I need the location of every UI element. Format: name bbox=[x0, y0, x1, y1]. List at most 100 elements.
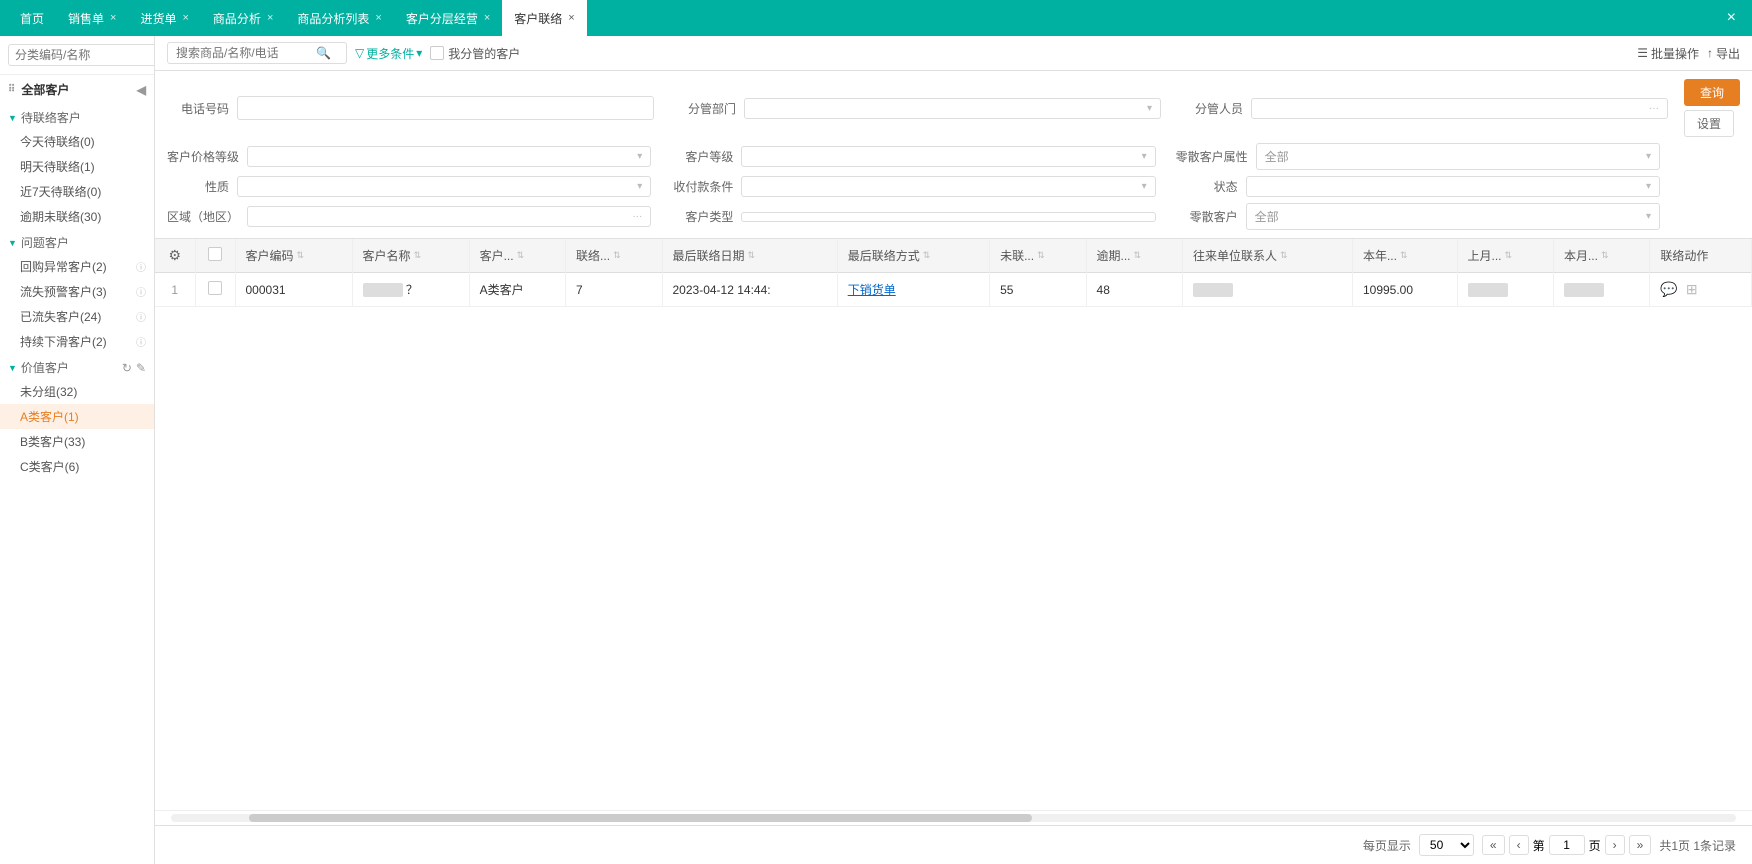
nav-product-analysis[interactable]: 商品分析 × bbox=[201, 0, 285, 36]
settings-button[interactable]: 设置 bbox=[1684, 110, 1734, 137]
sort-icon[interactable]: ⇅ bbox=[1601, 250, 1609, 261]
sidebar-item-overdue-contact[interactable]: 逾期未联络(30) bbox=[0, 204, 154, 229]
close-icon[interactable]: × bbox=[484, 12, 490, 24]
sidebar-item-class-b[interactable]: B类客户(33) bbox=[0, 429, 154, 454]
page-number-input[interactable] bbox=[1549, 835, 1585, 855]
close-icon[interactable]: × bbox=[267, 12, 273, 24]
price-level-select[interactable]: ▾ bbox=[247, 146, 651, 167]
sidebar-item-declining[interactable]: 持续下滑客户(2) ⓘ bbox=[0, 329, 154, 354]
batch-operation-button[interactable]: ☰ 批量操作 bbox=[1637, 45, 1699, 62]
payment-select[interactable]: ▾ bbox=[741, 176, 1155, 197]
sort-icon[interactable]: ⇅ bbox=[1505, 250, 1513, 261]
nature-select[interactable]: ▾ bbox=[237, 176, 651, 197]
horizontal-scrollbar-thumb[interactable] bbox=[249, 814, 1032, 822]
sort-icon[interactable]: ⇅ bbox=[1134, 250, 1142, 261]
sidebar-item-today-pending[interactable]: 今天待联络(0) bbox=[0, 129, 154, 154]
sidebar-pending-contact-group[interactable]: ▼ 待联络客户 bbox=[0, 104, 154, 129]
sidebar-item-churned[interactable]: 已流失客户(24) ⓘ bbox=[0, 304, 154, 329]
sidebar-item-tomorrow-pending[interactable]: 明天待联络(1) bbox=[0, 154, 154, 179]
sidebar-search-input[interactable] bbox=[8, 44, 155, 66]
th-this-month-amount: 本月... ⇅ bbox=[1553, 239, 1649, 273]
sort-icon[interactable]: ⇅ bbox=[748, 250, 756, 261]
chevron-down-icon: ▾ bbox=[1646, 211, 1651, 222]
page-size-select[interactable]: 50 100 200 bbox=[1419, 834, 1474, 856]
sort-icon[interactable]: ⇅ bbox=[923, 250, 931, 261]
td-last-month-amount bbox=[1457, 273, 1553, 307]
last-page-button[interactable]: » bbox=[1629, 835, 1652, 855]
close-icon[interactable]: × bbox=[182, 12, 188, 24]
person-input[interactable]: ··· bbox=[1251, 98, 1668, 119]
search-input[interactable] bbox=[176, 46, 316, 60]
settings-gear-icon[interactable]: ⚙ bbox=[168, 247, 181, 263]
nav-customer-segment[interactable]: 客户分层经营 × bbox=[394, 0, 502, 36]
retail-customer-select[interactable]: 全部 ▾ bbox=[1246, 203, 1660, 230]
th-contact-action: 联络动作 bbox=[1650, 239, 1752, 273]
sort-icon[interactable]: ⇅ bbox=[1280, 250, 1288, 261]
sort-icon[interactable]: ⇅ bbox=[1037, 250, 1045, 261]
checkbox-icon[interactable] bbox=[430, 46, 444, 60]
export-button[interactable]: ↑ 导出 bbox=[1707, 45, 1740, 62]
sort-icon[interactable]: ⇅ bbox=[414, 250, 422, 261]
blurred-last-month bbox=[1468, 283, 1508, 297]
my-customers-checkbox[interactable]: 我分管的客户 bbox=[430, 45, 520, 62]
dept-select[interactable]: ▾ bbox=[744, 98, 1161, 119]
refresh-icon[interactable]: ↻ bbox=[122, 361, 132, 375]
customer-type-select[interactable] bbox=[741, 212, 1155, 222]
nav-customer-contact[interactable]: 客户联络 × bbox=[502, 0, 586, 36]
area-input[interactable]: ··· bbox=[247, 206, 651, 227]
nav-purchase-order[interactable]: 进货单 × bbox=[128, 0, 200, 36]
sidebar-item-7days-pending[interactable]: 近7天待联络(0) bbox=[0, 179, 154, 204]
close-icon[interactable]: × bbox=[568, 12, 574, 24]
sidebar-item-class-c[interactable]: C类客户(6) bbox=[0, 454, 154, 479]
edit-icon[interactable]: ✎ bbox=[136, 361, 146, 375]
filter-row-2: 客户价格等级 ▾ 客户等级 ▾ 零散客户属性 bbox=[167, 143, 1740, 170]
more-icon: ··· bbox=[632, 211, 642, 222]
nav-product-analysis-list[interactable]: 商品分析列表 × bbox=[285, 0, 393, 36]
sort-icon[interactable]: ⇅ bbox=[613, 250, 621, 261]
sidebar-item-class-a[interactable]: A类客户(1) bbox=[0, 404, 154, 429]
query-settings-buttons: 查询 设置 bbox=[1676, 79, 1740, 137]
collapse-icon[interactable]: ◀ bbox=[137, 83, 146, 97]
close-icon[interactable]: × bbox=[110, 12, 116, 24]
select-all-checkbox[interactable] bbox=[208, 247, 222, 261]
message-icon[interactable]: 💬 bbox=[1660, 281, 1677, 298]
data-table-wrapper: ⚙ 客户编码 ⇅ 客户名称 bbox=[155, 239, 1752, 810]
close-icon[interactable]: × bbox=[375, 12, 381, 24]
sidebar-item-abnormal-repurchase[interactable]: 回购异常客户(2) ⓘ bbox=[0, 254, 154, 279]
filter-dept: 分管部门 ▾ bbox=[674, 98, 1161, 119]
qr-icon[interactable]: ⊞ bbox=[1686, 281, 1698, 298]
td-contact-person bbox=[1182, 273, 1352, 307]
chevron-down-icon: ▾ bbox=[1646, 181, 1651, 192]
first-page-button[interactable]: « bbox=[1482, 835, 1505, 855]
td-code: 000031 bbox=[235, 273, 352, 307]
row-checkbox[interactable] bbox=[208, 281, 222, 295]
sidebar-problem-customers-group[interactable]: ▼ 问题客户 bbox=[0, 229, 154, 254]
th-last-contact-date: 最后联络日期 ⇅ bbox=[662, 239, 837, 273]
prev-page-button[interactable]: ‹ bbox=[1509, 835, 1529, 855]
query-button[interactable]: 查询 bbox=[1684, 79, 1740, 106]
phone-input[interactable] bbox=[237, 96, 654, 120]
filter-retail-customer: 零散客户 全部 ▾ bbox=[1176, 203, 1660, 230]
nav-sales-order[interactable]: 销售单 × bbox=[56, 0, 128, 36]
window-close-button[interactable]: × bbox=[1719, 9, 1744, 27]
sidebar-item-churn-warning[interactable]: 流失预警客户(3) ⓘ bbox=[0, 279, 154, 304]
search-icon[interactable]: 🔍 bbox=[316, 46, 331, 60]
sort-icon[interactable]: ⇅ bbox=[517, 250, 525, 261]
sort-icon[interactable]: ⇅ bbox=[1400, 250, 1408, 261]
sort-icon[interactable]: ⇅ bbox=[297, 250, 305, 261]
th-year-amount: 本年... ⇅ bbox=[1352, 239, 1457, 273]
horizontal-scrollbar-wrapper bbox=[155, 810, 1752, 825]
filter-area: 区域（地区） ··· bbox=[167, 206, 651, 227]
status-select[interactable]: ▾ bbox=[1246, 176, 1660, 197]
info-icon: ⓘ bbox=[136, 309, 146, 324]
th-contact-count: 联络... ⇅ bbox=[566, 239, 662, 273]
top-action-buttons: ☰ 批量操作 ↑ 导出 bbox=[1637, 45, 1740, 62]
nav-home[interactable]: 首页 bbox=[8, 0, 56, 36]
customer-level-select[interactable]: ▾ bbox=[741, 146, 1155, 167]
sidebar-item-unclassified[interactable]: 未分组(32) bbox=[0, 379, 154, 404]
next-page-button[interactable]: › bbox=[1605, 835, 1625, 855]
th-no-contact-days: 未联... ⇅ bbox=[990, 239, 1086, 273]
retail-attr-select[interactable]: 全部 ▾ bbox=[1256, 143, 1660, 170]
more-conditions-button[interactable]: ▽ 更多条件 ▾ bbox=[355, 45, 422, 62]
sidebar-all-customers[interactable]: ⠿ 全部客户 ◀ bbox=[0, 75, 154, 104]
